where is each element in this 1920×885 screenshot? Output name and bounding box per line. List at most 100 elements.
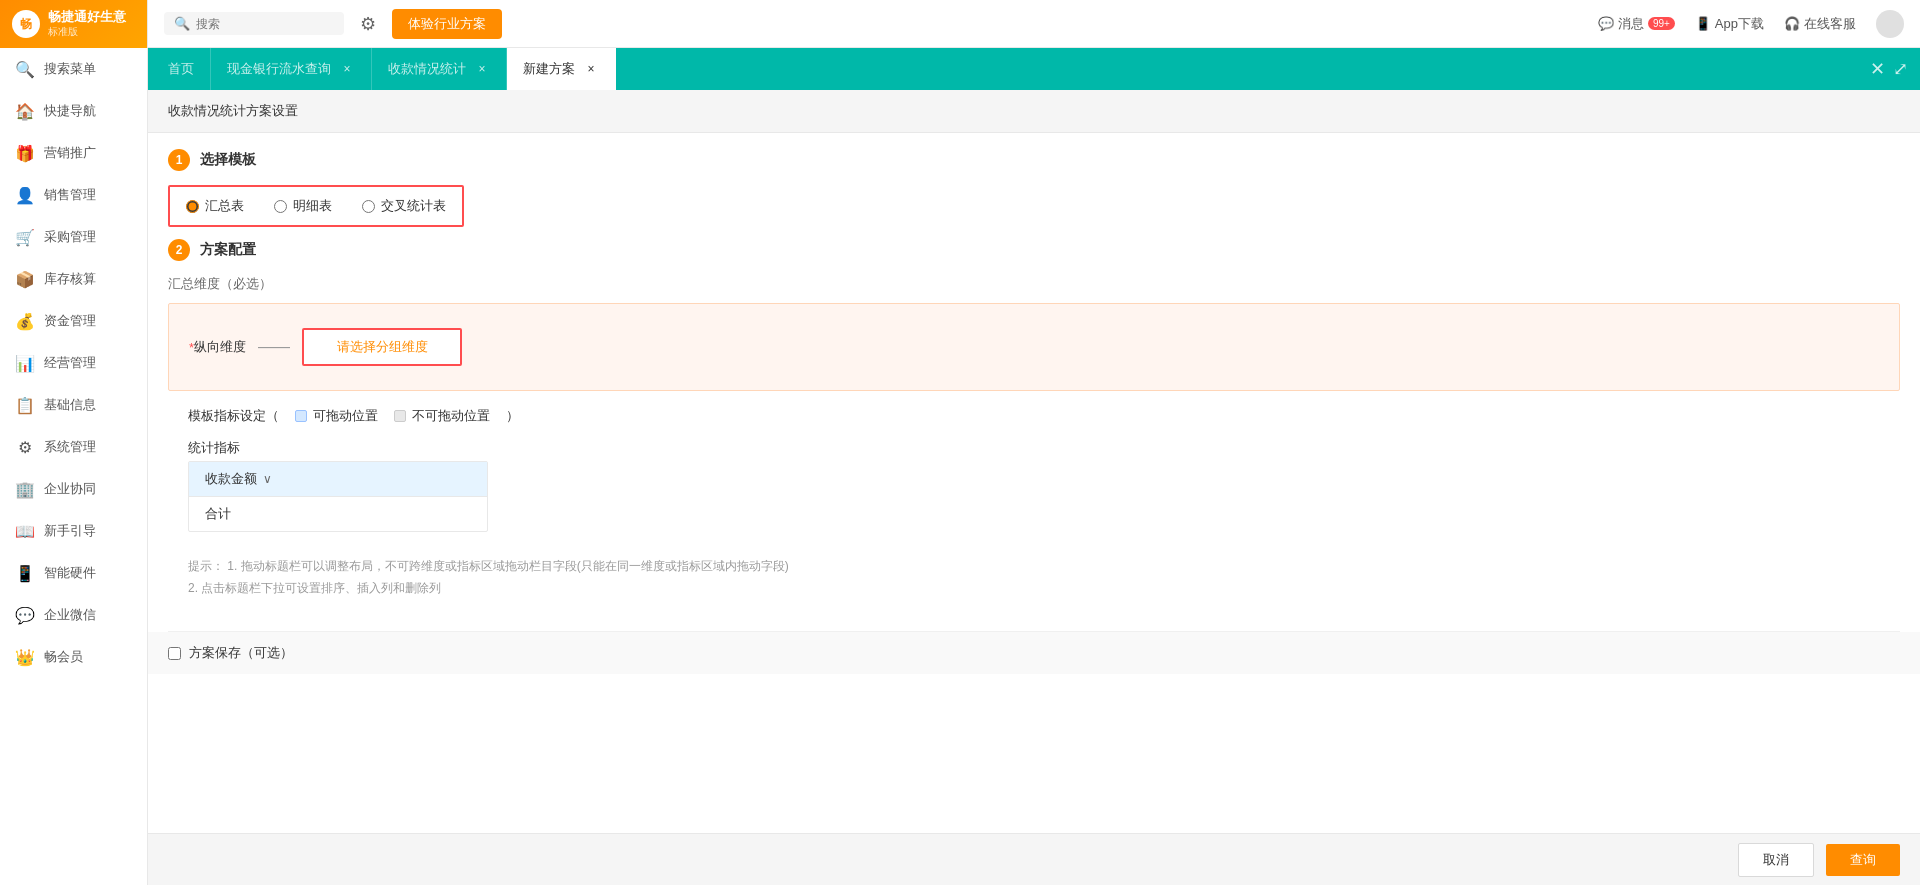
service-icon: 🎧 [1784,16,1800,31]
tab-expand-icon[interactable]: ⤢ [1893,58,1908,80]
tip-prefix: 提示： [188,559,224,573]
tab-receipt-stats-close[interactable]: × [474,61,490,77]
app-download-button[interactable]: 📱 App下载 [1695,15,1764,33]
smart-hw-icon: 📱 [16,564,34,582]
sidebar: 畅 畅捷通好生意 标准版 🔍 搜索菜单 🏠 快捷导航 🎁 营销推广 👤 销售管理… [0,0,148,885]
indicator-chevron-icon[interactable]: ∨ [263,472,272,486]
sidebar-item-label: 经营管理 [44,354,96,372]
radio-summary[interactable]: 汇总表 [186,197,244,215]
step2-label: 2 方案配置 [168,239,1900,261]
guide-icon: 📖 [16,522,34,540]
sidebar-item-label: 库存核算 [44,270,96,288]
radio-detail-label: 明细表 [293,197,332,215]
tab-close-all-icon[interactable]: ✕ [1870,58,1885,80]
indicators-close-paren: ） [506,407,519,425]
member-icon: 👑 [16,648,34,666]
tab-bank-flow-close[interactable]: × [339,61,355,77]
tab-bank-flow-label: 现金银行流水查询 [227,60,331,78]
sidebar-item-quick-nav[interactable]: 🏠 快捷导航 [0,90,147,132]
sidebar-item-system[interactable]: ⚙ 系统管理 [0,426,147,468]
sidebar-item-sales[interactable]: 👤 销售管理 [0,174,147,216]
step1-title: 选择模板 [200,151,256,169]
tab-receipt-stats[interactable]: 收款情况统计 × [372,48,507,90]
basic-info-icon: 📋 [16,396,34,414]
radio-summary-input[interactable] [186,200,199,213]
sidebar-item-basic-info[interactable]: 📋 基础信息 [0,384,147,426]
dimension-select[interactable]: 请选择分组维度 [302,328,462,366]
indicator-row-total: 合计 [189,497,487,531]
management-icon: 📊 [16,354,34,372]
sidebar-item-label: 销售管理 [44,186,96,204]
tab-bar: 首页 现金银行流水查询 × 收款情况统计 × 新建方案 × ✕ ⤢ [148,48,1920,90]
sidebar-item-label: 基础信息 [44,396,96,414]
weixin-icon: 💬 [16,606,34,624]
sidebar-item-purchase[interactable]: 🛒 采购管理 [0,216,147,258]
tab-new-plan-close[interactable]: × [583,61,599,77]
message-badge: 99+ [1648,17,1675,30]
sidebar-item-guide[interactable]: 📖 新手引导 [0,510,147,552]
sidebar-item-enterprise[interactable]: 🏢 企业协同 [0,468,147,510]
system-icon: ⚙ [16,438,34,456]
sidebar-item-search-menu[interactable]: 🔍 搜索菜单 [0,48,147,90]
radio-detail[interactable]: 明细表 [274,197,332,215]
content-inner: 收款情况统计方案设置 1 选择模板 汇总表 明细表 [148,90,1920,833]
sidebar-item-marketing[interactable]: 🎁 营销推广 [0,132,147,174]
indicators-header: 模板指标设定（ 可拖动位置 不可拖动位置 ） [188,407,1880,425]
sidebar-item-management[interactable]: 📊 经营管理 [0,342,147,384]
draggable-label: 可拖动位置 [313,407,378,425]
message-button[interactable]: 💬 消息 99+ [1598,15,1675,33]
step2-circle: 2 [168,239,190,261]
sidebar-item-label: 企业微信 [44,606,96,624]
tip1: 1. 拖动标题栏可以调整布局，不可跨维度或指标区域拖动栏目字段(只能在同一维度或… [227,559,788,573]
footer: 取消 查询 [148,833,1920,885]
header-right: 💬 消息 99+ 📱 App下载 🎧 在线客服 [1598,10,1904,38]
step1-section: 1 选择模板 汇总表 明细表 交叉统计表 [148,133,1920,239]
enterprise-icon: 🏢 [16,480,34,498]
sidebar-item-label: 采购管理 [44,228,96,246]
message-icon: 💬 [1598,16,1614,31]
search-input[interactable] [196,17,334,31]
user-avatar[interactable] [1876,10,1904,38]
sidebar-item-label: 畅会员 [44,648,83,666]
sidebar-item-smart-hw[interactable]: 📱 智能硬件 [0,552,147,594]
tip2: 2. 点击标题栏下拉可设置排序、插入列和删除列 [188,578,1880,600]
main-area: 🔍 ⚙ 体验行业方案 💬 消息 99+ 📱 App下载 🎧 在线客服 首页 [148,0,1920,885]
query-button[interactable]: 查询 [1826,844,1900,876]
cancel-button[interactable]: 取消 [1738,843,1814,877]
dimension-arrow: —— [258,338,290,356]
logo-icon: 畅 [12,10,40,38]
radio-detail-input[interactable] [274,200,287,213]
content-area: 收款情况统计方案设置 1 选择模板 汇总表 明细表 [148,90,1920,833]
indicator-header-row[interactable]: 收款金额 ∨ [189,462,487,497]
download-icon: 📱 [1695,16,1711,31]
tab-new-plan[interactable]: 新建方案 × [507,48,616,90]
sidebar-nav: 🔍 搜索菜单 🏠 快捷导航 🎁 营销推广 👤 销售管理 🛒 采购管理 📦 库存核… [0,48,147,885]
radio-cross-input[interactable] [362,200,375,213]
sales-icon: 👤 [16,186,34,204]
header-search-box[interactable]: 🔍 [164,12,344,35]
sidebar-item-finance[interactable]: 💰 资金管理 [0,300,147,342]
step1-label: 1 选择模板 [168,149,1900,171]
sidebar-item-label: 搜索菜单 [44,60,96,78]
save-checkbox[interactable] [168,647,181,660]
stats-label: 统计指标 [188,435,240,461]
indicator-table-wrapper: 统计指标 [188,435,1880,461]
tab-home[interactable]: 首页 [148,48,211,90]
sidebar-item-weixin[interactable]: 💬 企业微信 [0,594,147,636]
tips-section: 提示： 1. 拖动标题栏可以调整布局，不可跨维度或指标区域拖动栏目字段(只能在同… [168,548,1900,615]
draggable-indicator: 可拖动位置 [295,407,378,425]
sidebar-item-inventory[interactable]: 📦 库存核算 [0,258,147,300]
settings-icon[interactable]: ⚙ [360,13,376,35]
dimension-title: 汇总维度（必选） [168,275,1900,293]
inventory-icon: 📦 [16,270,34,288]
trial-industry-button[interactable]: 体验行业方案 [392,9,502,39]
sidebar-item-member[interactable]: 👑 畅会员 [0,636,147,678]
radio-summary-label: 汇总表 [205,197,244,215]
step2-title: 方案配置 [200,241,256,259]
radio-cross[interactable]: 交叉统计表 [362,197,446,215]
indicator-column-label: 收款金额 [205,470,257,488]
online-service-button[interactable]: 🎧 在线客服 [1784,15,1856,33]
save-option: 方案保存（可选） [148,632,1920,674]
indicator-table: 收款金额 ∨ 合计 [188,461,488,532]
tab-bank-flow[interactable]: 现金银行流水查询 × [211,48,372,90]
